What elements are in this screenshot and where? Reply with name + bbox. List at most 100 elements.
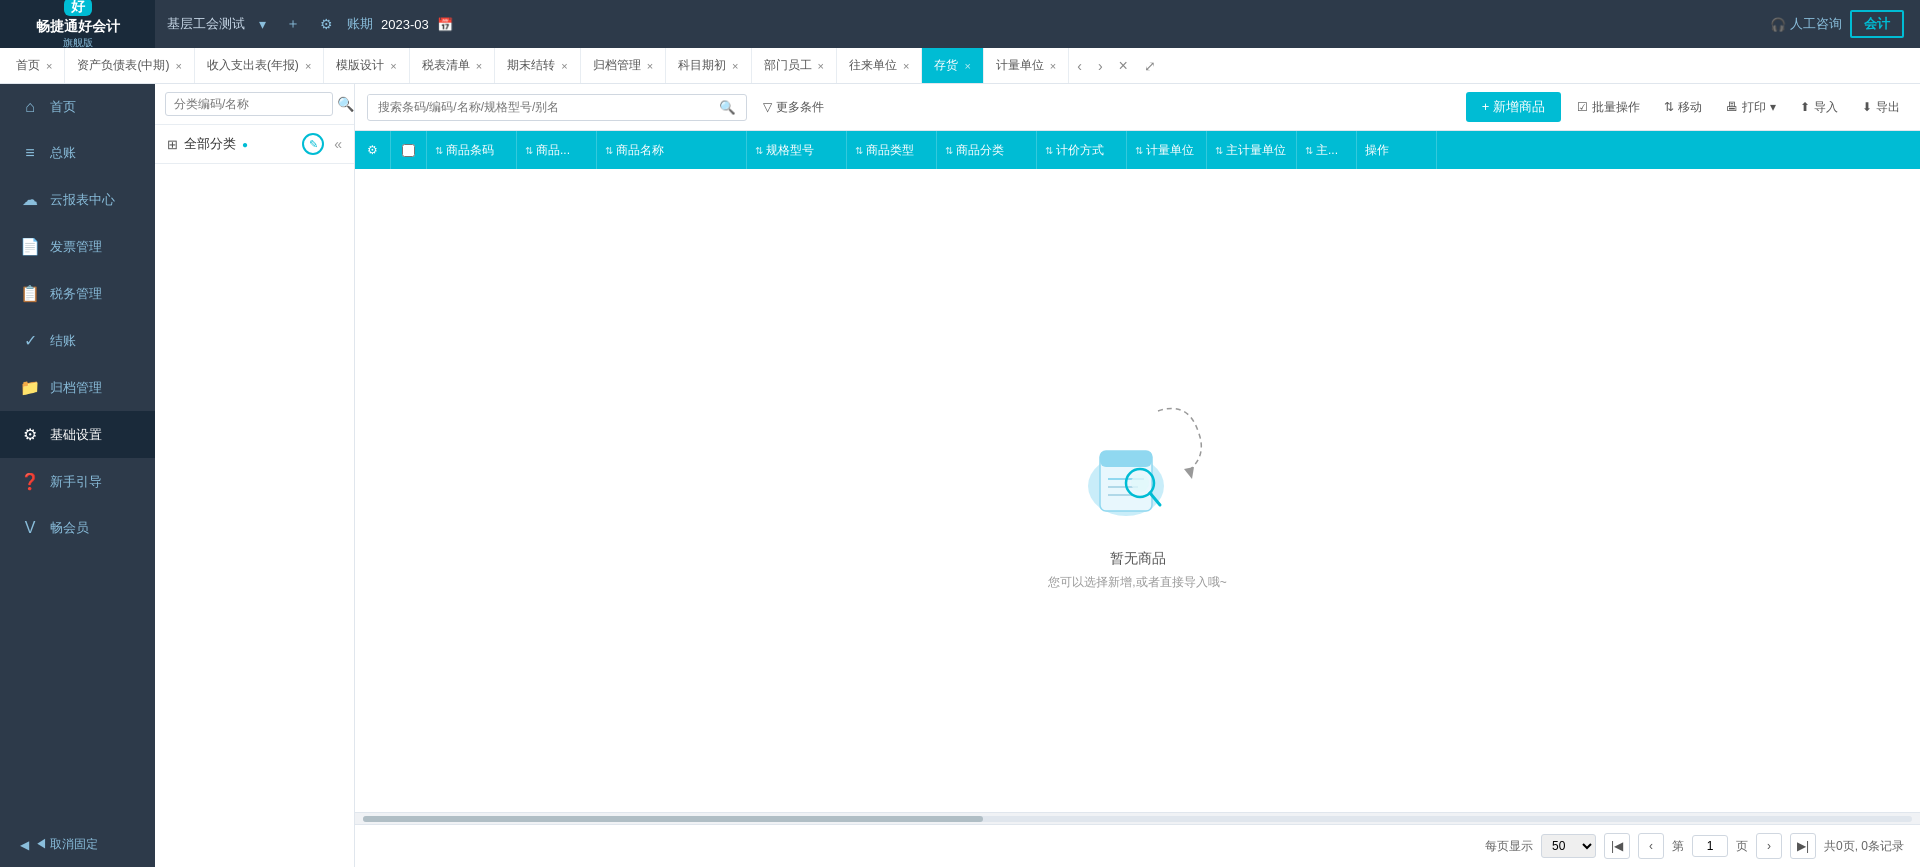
th-name[interactable]: ⇅ 商品名称	[597, 131, 747, 169]
sidebar-item-invoice[interactable]: 📄 发票管理	[0, 223, 155, 270]
tab-tax[interactable]: 税表清单 ×	[410, 48, 495, 84]
page-number-input[interactable]	[1692, 835, 1728, 857]
batch-ops-btn[interactable]: ☑ 批量操作	[1569, 94, 1648, 121]
tab-subject[interactable]: 科目期初 ×	[666, 48, 751, 84]
table-header: ⚙ ⇅ 商品条码 ⇅ 商品... ⇅ 商品名称	[355, 131, 1920, 169]
sidebar-item-close[interactable]: ✓ 结账	[0, 317, 155, 364]
settings-btn[interactable]: ⚙	[314, 14, 339, 34]
print-btn[interactable]: 🖶 打印 ▾	[1718, 94, 1784, 121]
tab-archive[interactable]: 归档管理 ×	[581, 48, 666, 84]
tab-scroll-right[interactable]: ›	[1090, 58, 1111, 74]
collapse-panel-btn[interactable]: «	[334, 136, 342, 152]
tab-close-customers[interactable]: ×	[903, 60, 909, 72]
th-unit[interactable]: ⇅ 计量单位	[1127, 131, 1207, 169]
sidebar-item-cloud[interactable]: ☁ 云报表中心	[0, 176, 155, 223]
export-icon: ⬇	[1862, 100, 1872, 114]
empty-illustration	[1058, 391, 1218, 534]
th-type[interactable]: ⇅ 商品类型	[847, 131, 937, 169]
page-first-btn[interactable]: |◀	[1604, 833, 1630, 859]
sidebar-item-ledger[interactable]: ≡ 总账	[0, 130, 155, 176]
tab-close-all[interactable]: ×	[1111, 57, 1136, 75]
th-settings[interactable]: ⚙	[355, 131, 391, 169]
tab-close-archive[interactable]: ×	[647, 60, 653, 72]
scrollbar-thumb	[363, 816, 983, 822]
tab-balance-sheet[interactable]: 资产负债表(中期) ×	[65, 48, 194, 84]
th-spec[interactable]: ⇅ 规格型号	[747, 131, 847, 169]
th-extra[interactable]: ⇅ 主...	[1297, 131, 1357, 169]
kuaiji-btn[interactable]: 会计	[1850, 10, 1904, 38]
edit-category-btn[interactable]: ✎	[302, 133, 324, 155]
th-action: 操作	[1357, 131, 1437, 169]
th-category[interactable]: ⇅ 商品分类	[937, 131, 1037, 169]
page-suffix: 页	[1736, 838, 1748, 855]
tab-close-period[interactable]: ×	[561, 60, 567, 72]
sidebar: ⌂ 首页 ≡ 总账 ☁ 云报表中心 📄 发票管理 📋 税务管理 ✓ 结账 📁 归…	[0, 84, 155, 867]
add-product-btn[interactable]: + 新增商品	[1466, 92, 1561, 122]
sidebar-item-archive[interactable]: 📁 归档管理	[0, 364, 155, 411]
tab-maximize[interactable]: ⤢	[1136, 58, 1164, 74]
svg-point-8	[1131, 474, 1149, 492]
page-next-btn[interactable]: ›	[1756, 833, 1782, 859]
tab-period-close[interactable]: 期末结转 ×	[495, 48, 580, 84]
tab-close-template[interactable]: ×	[390, 60, 396, 72]
more-filter-btn[interactable]: ▽ 更多条件	[755, 94, 832, 121]
th-code[interactable]: ⇅ 商品...	[517, 131, 597, 169]
tab-template[interactable]: 模版设计 ×	[324, 48, 409, 84]
home-icon: ⌂	[20, 98, 40, 116]
ledger-icon: ≡	[20, 144, 40, 162]
tab-close-balance[interactable]: ×	[175, 60, 181, 72]
company-dropdown-btn[interactable]: ▾	[253, 14, 272, 34]
tab-close-inventory[interactable]: ×	[964, 60, 970, 72]
page-prev-btn[interactable]: ‹	[1638, 833, 1664, 859]
cloud-icon: ☁	[20, 190, 40, 209]
tab-close-subject[interactable]: ×	[732, 60, 738, 72]
scrollbar-track	[363, 816, 1912, 822]
tab-unit[interactable]: 计量单位 ×	[984, 48, 1069, 84]
th-main-unit[interactable]: ⇅ 主计量单位	[1207, 131, 1297, 169]
svg-marker-0	[1184, 467, 1194, 479]
tab-homepage[interactable]: 首页 ×	[4, 48, 65, 84]
th-barcode[interactable]: ⇅ 商品条码	[427, 131, 517, 169]
th-price-mode[interactable]: ⇅ 计价方式	[1037, 131, 1127, 169]
category-search-icon[interactable]: 🔍	[337, 96, 354, 112]
export-btn[interactable]: ⬇ 导出	[1854, 94, 1908, 121]
tab-close-income[interactable]: ×	[305, 60, 311, 72]
service-btn[interactable]: 🎧 人工咨询	[1770, 15, 1842, 33]
grid-icon: ⊞	[167, 137, 178, 152]
product-search-input[interactable]	[368, 95, 709, 119]
tab-customers[interactable]: 往来单位 ×	[837, 48, 922, 84]
tab-income[interactable]: 收入支出表(年报) ×	[195, 48, 324, 84]
per-page-select[interactable]: 10 20 50 100	[1541, 834, 1596, 858]
empty-title: 暂无商品	[1110, 550, 1166, 568]
tab-close-dept[interactable]: ×	[818, 60, 824, 72]
import-btn[interactable]: ⬆ 导入	[1792, 94, 1846, 121]
product-search-btn[interactable]: 🔍	[709, 95, 746, 120]
horizontal-scrollbar[interactable]	[355, 812, 1920, 824]
sidebar-item-home[interactable]: ⌂ 首页	[0, 84, 155, 130]
print-arrow: ▾	[1770, 100, 1776, 114]
tab-close-homepage[interactable]: ×	[46, 60, 52, 72]
sidebar-item-member[interactable]: V 畅会员	[0, 505, 155, 551]
tab-close-unit[interactable]: ×	[1050, 60, 1056, 72]
category-search-input[interactable]	[165, 92, 333, 116]
cancel-fixed-btn[interactable]: ◀ ◀ 取消固定	[0, 822, 155, 867]
calendar-icon[interactable]: 📅	[437, 17, 453, 32]
headset-icon: 🎧	[1770, 17, 1786, 32]
left-panel: 🔍 ⊞ 全部分类 ● ✎ «	[155, 84, 355, 867]
sidebar-item-tax[interactable]: 📋 税务管理	[0, 270, 155, 317]
filter-icon: ▽	[763, 100, 772, 114]
tab-scroll-left[interactable]: ‹	[1069, 58, 1090, 74]
sidebar-item-guide[interactable]: ❓ 新手引导	[0, 458, 155, 505]
company-name[interactable]: 基层工会测试	[167, 15, 245, 33]
period-value: 2023-03	[381, 17, 429, 32]
th-checkbox[interactable]	[391, 131, 427, 169]
move-btn[interactable]: ⇅ 移动	[1656, 94, 1710, 121]
category-label[interactable]: 全部分类	[184, 135, 236, 153]
add-tab-btn[interactable]: ＋	[280, 13, 306, 35]
tab-department[interactable]: 部门员工 ×	[752, 48, 837, 84]
tab-inventory[interactable]: 存货 ×	[922, 48, 983, 84]
sidebar-item-settings[interactable]: ⚙ 基础设置	[0, 411, 155, 458]
select-all-checkbox[interactable]	[402, 144, 415, 157]
tab-close-tax[interactable]: ×	[476, 60, 482, 72]
page-last-btn[interactable]: ▶|	[1790, 833, 1816, 859]
